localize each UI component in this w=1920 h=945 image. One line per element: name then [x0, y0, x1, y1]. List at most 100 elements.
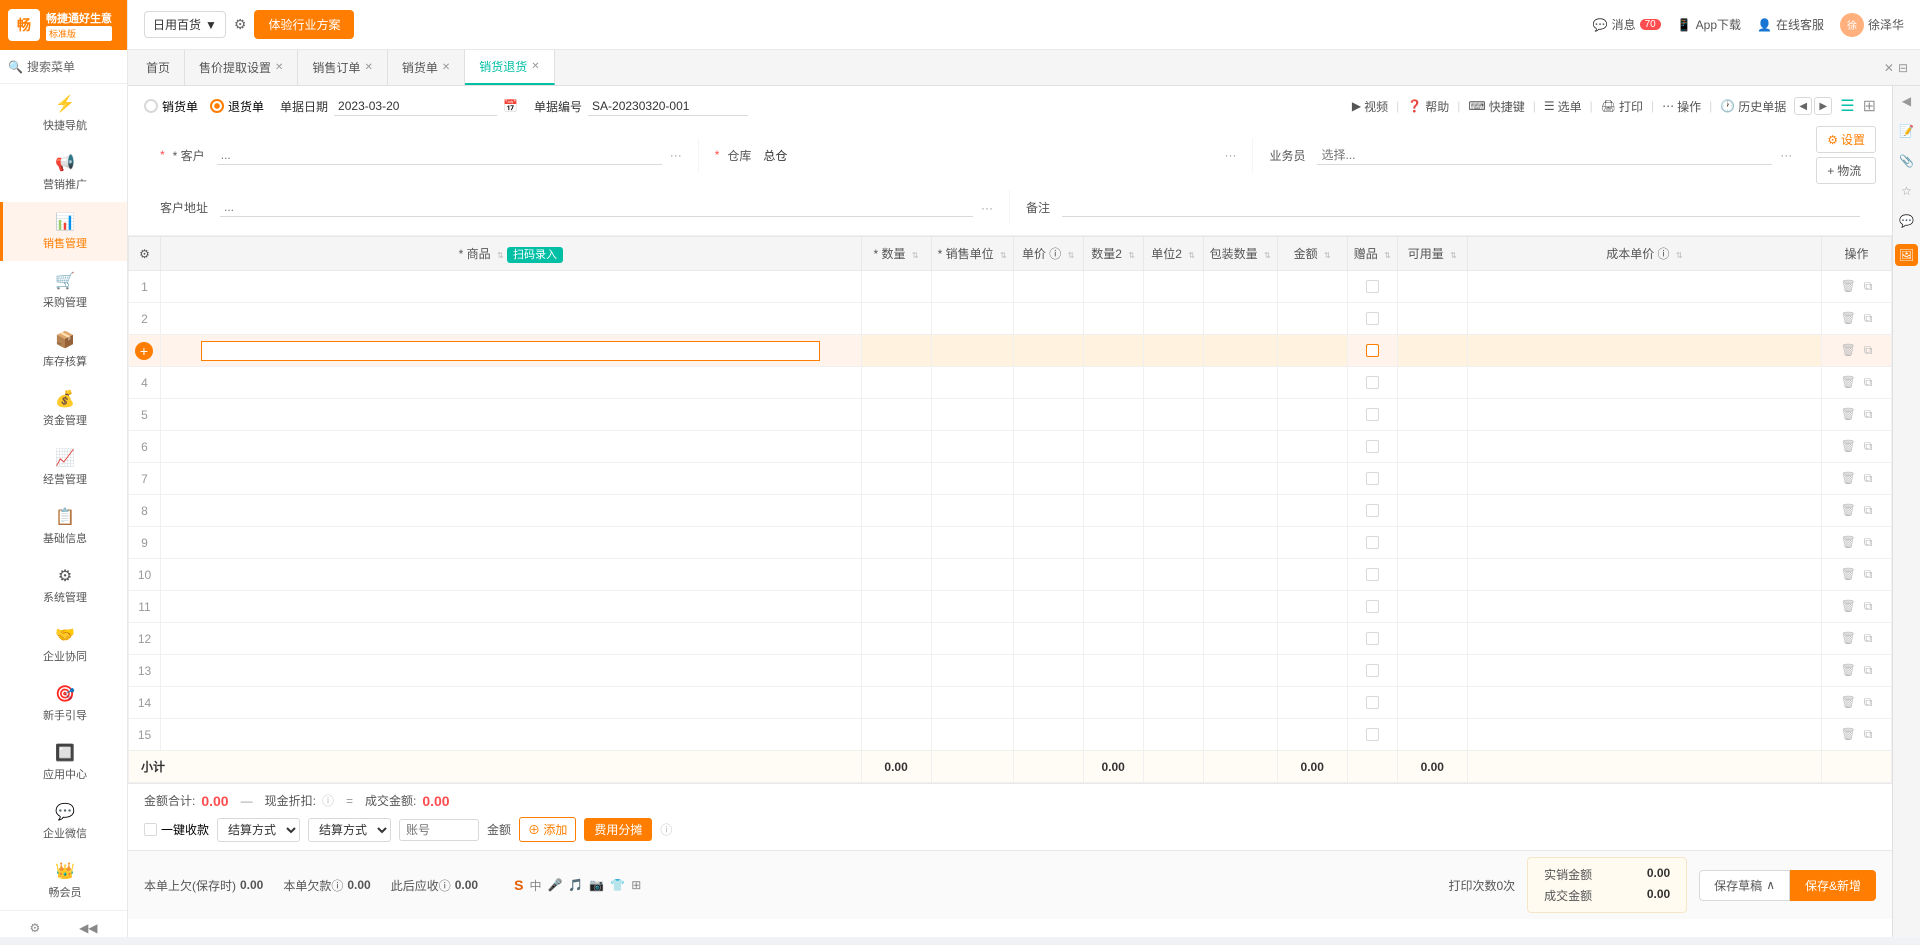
add-row-btn[interactable]: + [135, 342, 153, 360]
sort-packqty-icon[interactable]: ⇅ [1264, 251, 1271, 260]
gift-checkbox[interactable] [1366, 600, 1379, 613]
view-toggle-grid[interactable]: ⊞ [1863, 96, 1876, 116]
delete-row-icon[interactable]: 🗑 [1841, 695, 1856, 710]
add-btn[interactable]: ⊕ 添加 [519, 817, 576, 842]
gift-checkbox[interactable] [1366, 280, 1379, 293]
gift-checkbox[interactable] [1366, 728, 1379, 741]
toolbar-history[interactable]: 🕐 历史单据 [1720, 98, 1786, 115]
tab-close-all-icon[interactable]: ✕ [1884, 61, 1894, 75]
copy-row-icon[interactable]: ⧉ [1864, 375, 1873, 390]
music-icon[interactable]: 🎵 [568, 878, 583, 892]
copy-row-icon[interactable]: ⧉ [1864, 439, 1873, 454]
salesperson-input[interactable] [1317, 146, 1772, 165]
gift-checkbox[interactable] [1366, 568, 1379, 581]
sort-unit-icon[interactable]: ⇅ [1000, 251, 1007, 260]
account-input[interactable] [399, 819, 479, 841]
sidebar-item-guide[interactable]: 🎯 新手引导 [0, 674, 127, 733]
settings-btn[interactable]: ⚙ 设置 [1816, 126, 1876, 153]
topnav-gear-icon[interactable]: ⚙ [234, 16, 247, 33]
sidebar-item-quick-nav[interactable]: ⚡ 快捷导航 [0, 84, 127, 143]
copy-row-icon[interactable]: ⧉ [1864, 727, 1873, 742]
sidebar-item-member[interactable]: 👑 畅会员 [0, 851, 127, 910]
online-service-item[interactable]: 👤 在线客服 [1757, 16, 1824, 33]
customer-input[interactable] [217, 146, 662, 165]
logistics-btn[interactable]: + 物流 [1816, 157, 1876, 184]
nav-next[interactable]: ▶ [1814, 97, 1832, 115]
copy-row-icon[interactable]: ⧉ [1864, 343, 1873, 358]
delete-row-icon[interactable]: 🗑 [1841, 343, 1856, 358]
copy-row-icon[interactable]: ⧉ [1864, 695, 1873, 710]
gift-checkbox[interactable] [1366, 408, 1379, 421]
toolbar-print[interactable]: 🖨 打印 [1601, 98, 1643, 115]
sidebar-search[interactable]: 🔍 搜索菜单 [0, 50, 127, 84]
sidebar-item-appstore[interactable]: 🔲 应用中心 [0, 733, 127, 792]
tab-expand-icon[interactable]: ⊟ [1898, 61, 1908, 75]
grid-icon[interactable]: ⊞ [631, 878, 641, 892]
gift-checkbox[interactable] [1366, 536, 1379, 549]
delete-row-icon[interactable]: 🗑 [1841, 503, 1856, 518]
tab-close-sales-order[interactable]: ✕ [364, 62, 372, 73]
sidebar-item-purchase[interactable]: 🛒 采购管理 [0, 261, 127, 320]
gift-checkbox[interactable] [1366, 312, 1379, 325]
message-item[interactable]: 💬 消息 70 [1593, 16, 1661, 33]
sidebar-item-marketing[interactable]: 📢 营销推广 [0, 143, 127, 202]
sort-amount-icon[interactable]: ⇅ [1324, 251, 1331, 260]
sort-qty-icon[interactable]: ⇅ [912, 251, 919, 260]
delete-row-icon[interactable]: 🗑 [1841, 439, 1856, 454]
sidebar-item-system[interactable]: ⚙ 系统管理 [0, 556, 127, 615]
gift-checkbox[interactable] [1366, 472, 1379, 485]
delete-row-icon[interactable]: 🗑 [1841, 471, 1856, 486]
warehouse-dots-icon[interactable]: ··· [1224, 148, 1236, 162]
tab-sales-return[interactable]: 销货退货 ✕ [465, 50, 554, 85]
tab-home[interactable]: 首页 [132, 50, 185, 85]
copy-row-icon[interactable]: ⧉ [1864, 663, 1873, 678]
delete-row-icon[interactable]: 🗑 [1841, 535, 1856, 550]
sort-price-icon[interactable]: ⇅ [1068, 251, 1075, 260]
radio-delivery[interactable]: 销货单 [144, 98, 198, 115]
settlement-method-select[interactable]: 结算方式 [217, 818, 300, 842]
sidebar-item-sales[interactable]: 📊 销售管理 [0, 202, 127, 261]
scan-btn[interactable]: 扫码录入 [507, 247, 563, 263]
toolbar-help[interactable]: ❓ 帮助 [1407, 98, 1449, 115]
calendar-icon[interactable]: 📅 [503, 99, 518, 113]
address-input[interactable] [220, 198, 973, 217]
tab-close-price-setting[interactable]: ✕ [275, 62, 283, 73]
shirt-icon[interactable]: 👕 [610, 878, 625, 892]
sidebar-item-wechat[interactable]: 💬 企业微信 [0, 792, 127, 851]
experience-btn[interactable]: 体验行业方案 [254, 10, 354, 39]
address-dots-icon[interactable]: ··· [981, 201, 993, 215]
nav-prev[interactable]: ◀ [1794, 97, 1812, 115]
sidebar-item-inventory[interactable]: 📦 库存核算 [0, 320, 127, 379]
doc-no-input[interactable] [588, 97, 748, 116]
tab-sales-order[interactable]: 销售订单 ✕ [298, 50, 387, 85]
sidebar-item-operations[interactable]: 📈 经营管理 [0, 438, 127, 497]
camera-icon[interactable]: 📷 [589, 878, 604, 892]
sidebar-item-basic[interactable]: 📋 基础信息 [0, 497, 127, 556]
delete-row-icon[interactable]: 🗑 [1841, 279, 1856, 294]
gift-checkbox[interactable] [1366, 664, 1379, 677]
settings-bottom-icon[interactable]: ⚙ [29, 921, 40, 935]
right-note-icon[interactable]: 📝 [1899, 124, 1914, 138]
toolbar-select[interactable]: ☰ 选单 [1544, 98, 1582, 115]
sort-costprice-icon[interactable]: ⇅ [1676, 251, 1683, 260]
copy-row-icon[interactable]: ⧉ [1864, 311, 1873, 326]
col-settings[interactable]: ⚙ [129, 237, 161, 271]
salesperson-dots-icon[interactable]: ··· [1780, 148, 1792, 162]
print-count[interactable]: 打印次数0次 [1448, 877, 1515, 894]
one-key-payment-checkbox[interactable] [144, 823, 157, 836]
cash-discount-help-icon[interactable]: ⓘ [322, 792, 334, 809]
fee-help-icon[interactable]: ⓘ [660, 821, 672, 838]
date-input[interactable] [334, 97, 497, 116]
gift-checkbox[interactable] [1366, 696, 1379, 709]
save-draft-btn[interactable]: 保存草稿 ∧ [1699, 870, 1790, 901]
right-image-icon[interactable]: 🖼 [1895, 244, 1918, 266]
industry-dropdown[interactable]: 日用百货 ▼ [144, 11, 226, 38]
delete-row-icon[interactable]: 🗑 [1841, 599, 1856, 614]
radio-return[interactable]: 退货单 [210, 98, 264, 115]
gift-checkbox[interactable] [1366, 344, 1379, 357]
copy-row-icon[interactable]: ⧉ [1864, 503, 1873, 518]
delete-row-icon[interactable]: 🗑 [1841, 631, 1856, 646]
copy-row-icon[interactable]: ⧉ [1864, 471, 1873, 486]
gift-checkbox[interactable] [1366, 504, 1379, 517]
toolbar-shortcut[interactable]: ⌨ 快捷键 [1468, 98, 1524, 115]
